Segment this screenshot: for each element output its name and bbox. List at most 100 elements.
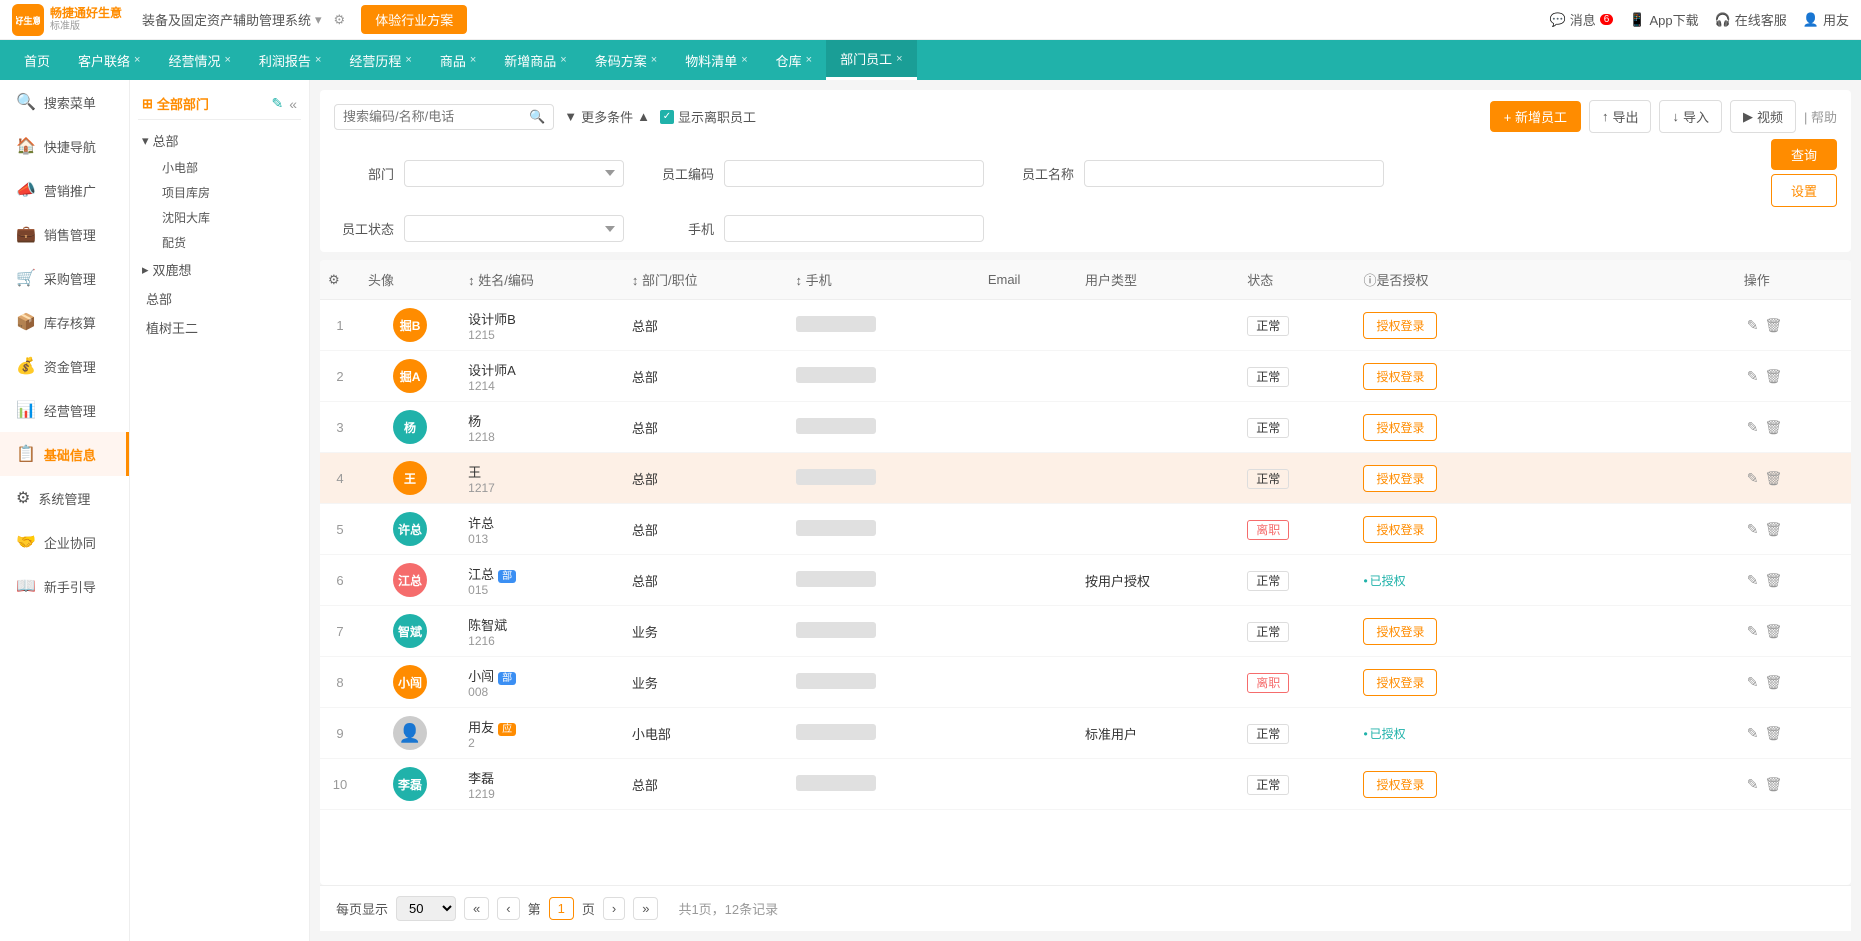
auth-btn[interactable]: 授权登录 <box>1363 618 1437 645</box>
dept-filter-select[interactable] <box>404 160 624 187</box>
delete-icon[interactable]: 🗑 <box>1764 368 1782 384</box>
view-btn[interactable]: ▶ 视频 <box>1730 100 1796 133</box>
tab-close-icon[interactable]: × <box>896 53 902 65</box>
sidebar-item-purchase[interactable]: 🛒 采购管理 <box>0 256 129 300</box>
dept-item-shenyang[interactable]: 沈阳大库 <box>154 205 301 230</box>
online-service-btn[interactable]: 🎧 在线客服 <box>1715 10 1787 29</box>
auth-btn[interactable]: 授权登录 <box>1363 312 1437 339</box>
delete-icon[interactable]: 🗑 <box>1764 572 1782 588</box>
tab-bom[interactable]: 物料清单× <box>671 40 761 80</box>
edit-icon[interactable]: ✎ <box>1747 368 1759 384</box>
auth-btn[interactable]: 授权登录 <box>1363 669 1437 696</box>
tab-warehouse[interactable]: 仓库× <box>762 40 826 80</box>
settings-icon[interactable]: ⚙ <box>334 12 346 28</box>
edit-icon[interactable]: ✎ <box>1747 674 1759 690</box>
next-page-btn[interactable]: › <box>603 897 625 920</box>
dropdown-icon[interactable]: ▾ <box>315 12 322 28</box>
tab-home[interactable]: 首页 <box>10 40 64 80</box>
query-btn[interactable]: 查询 <box>1771 139 1837 170</box>
sidebar-item-basic[interactable]: 📋 基础信息 <box>0 432 129 476</box>
set-btn[interactable]: 设置 <box>1771 174 1837 207</box>
sidebar-item-guide[interactable]: 📖 新手引导 <box>0 564 129 608</box>
prev-page-btn[interactable]: ‹ <box>497 897 519 920</box>
all-dept-btn[interactable]: ⊞ 全部部门 <box>142 94 209 113</box>
tab-close-icon[interactable]: × <box>470 54 476 66</box>
edit-icon[interactable]: ✎ <box>1747 317 1759 333</box>
edit-icon[interactable]: ✎ <box>1747 725 1759 741</box>
auth-btn[interactable]: 授权登录 <box>1363 363 1437 390</box>
search-input[interactable] <box>343 109 523 124</box>
edit-dept-icon[interactable]: ✎ <box>271 95 283 112</box>
delete-icon[interactable]: 🗑 <box>1764 674 1782 690</box>
more-filter-btn[interactable]: ▼ 更多条件 ▲ <box>564 107 650 126</box>
sidebar-item-operation[interactable]: 📊 经营管理 <box>0 388 129 432</box>
dept-group-zongbu[interactable]: ▾ 总部 <box>138 126 301 155</box>
message-btn[interactable]: 💬 消息 6 <box>1550 10 1614 29</box>
auth-btn[interactable]: 授权登录 <box>1363 465 1437 492</box>
per-page-select[interactable]: 50 20 100 <box>396 896 456 921</box>
add-employee-btn[interactable]: + 新增员工 <box>1490 101 1581 132</box>
collapse-tree-icon[interactable]: « <box>289 96 297 112</box>
tab-close-icon[interactable]: × <box>651 54 657 66</box>
user-menu-btn[interactable]: 👤 用友 <box>1803 10 1849 29</box>
sidebar-item-search[interactable]: 🔍 搜索菜单 <box>0 80 129 124</box>
dept-item-zhishu[interactable]: 植树王二 <box>138 313 301 342</box>
dept-item-zongbu2[interactable]: 总部 <box>138 284 301 313</box>
phone-input[interactable] <box>724 215 984 242</box>
sidebar-item-system[interactable]: ⚙ 系统管理 <box>0 476 129 520</box>
delete-icon[interactable]: 🗑 <box>1764 725 1782 741</box>
emp-name-input[interactable] <box>1084 160 1384 187</box>
delete-icon[interactable]: 🗑 <box>1764 521 1782 537</box>
dept-item-xiangmu[interactable]: 项目库房 <box>154 180 301 205</box>
delete-icon[interactable]: 🗑 <box>1764 776 1782 792</box>
tab-customer[interactable]: 客户联络× <box>64 40 154 80</box>
delete-icon[interactable]: 🗑 <box>1764 419 1782 435</box>
emp-status-select[interactable] <box>404 215 624 242</box>
delete-icon[interactable]: 🗑 <box>1764 623 1782 639</box>
auth-btn[interactable]: 授权登录 <box>1363 414 1437 441</box>
edit-icon[interactable]: ✎ <box>1747 623 1759 639</box>
edit-icon[interactable]: ✎ <box>1747 470 1759 486</box>
sidebar-item-marketing[interactable]: 📣 营销推广 <box>0 168 129 212</box>
tab-close-icon[interactable]: × <box>806 54 812 66</box>
last-page-btn[interactable]: » <box>633 897 658 920</box>
delete-icon[interactable]: 🗑 <box>1764 317 1782 333</box>
col-phone[interactable]: ↕ 手机 <box>788 260 980 300</box>
dept-item-xiaodian[interactable]: 小电部 <box>154 155 301 180</box>
tab-goods[interactable]: 商品× <box>426 40 490 80</box>
sidebar-item-quick-nav[interactable]: 🏠 快捷导航 <box>0 124 129 168</box>
edit-icon[interactable]: ✎ <box>1747 776 1759 792</box>
tab-add-goods[interactable]: 新增商品× <box>490 40 580 80</box>
tab-profit[interactable]: 利润报告× <box>245 40 335 80</box>
tab-close-icon[interactable]: × <box>315 54 321 66</box>
app-download-btn[interactable]: 📱 App下载 <box>1629 10 1698 29</box>
auth-btn[interactable]: 授权登录 <box>1363 771 1437 798</box>
dept-group-shuanglu[interactable]: ▸ 双鹿想 <box>138 255 301 284</box>
sidebar-item-sales[interactable]: 💼 销售管理 <box>0 212 129 256</box>
edit-icon[interactable]: ✎ <box>1747 521 1759 537</box>
emp-code-input[interactable] <box>724 160 984 187</box>
export-btn[interactable]: ↑ 导出 <box>1589 100 1652 133</box>
tab-close-icon[interactable]: × <box>134 54 140 66</box>
import-btn[interactable]: ↓ 导入 <box>1659 100 1722 133</box>
sidebar-item-stock[interactable]: 📦 库存核算 <box>0 300 129 344</box>
col-settings[interactable]: ⚙ <box>320 260 360 300</box>
tab-close-icon[interactable]: × <box>405 54 411 66</box>
tab-close-icon[interactable]: × <box>224 54 230 66</box>
dept-item-peihuo[interactable]: 配货 <box>154 230 301 255</box>
sidebar-item-finance[interactable]: 💰 资金管理 <box>0 344 129 388</box>
tab-close-icon[interactable]: × <box>741 54 747 66</box>
col-name-code[interactable]: ↕ 姓名/编码 <box>460 260 624 300</box>
tab-barcode[interactable]: 条码方案× <box>581 40 671 80</box>
tab-department[interactable]: 部门员工× <box>826 40 916 80</box>
tab-process[interactable]: 经营历程× <box>335 40 425 80</box>
try-btn[interactable]: 体验行业方案 <box>361 5 467 34</box>
first-page-btn[interactable]: « <box>464 897 489 920</box>
show-resign-toggle[interactable]: ✓ 显示离职员工 <box>660 107 756 126</box>
edit-icon[interactable]: ✎ <box>1747 419 1759 435</box>
tab-close-icon[interactable]: × <box>560 54 566 66</box>
edit-icon[interactable]: ✎ <box>1747 572 1759 588</box>
tab-operation[interactable]: 经营情况× <box>154 40 244 80</box>
sidebar-item-collab[interactable]: 🤝 企业协同 <box>0 520 129 564</box>
delete-icon[interactable]: 🗑 <box>1764 470 1782 486</box>
